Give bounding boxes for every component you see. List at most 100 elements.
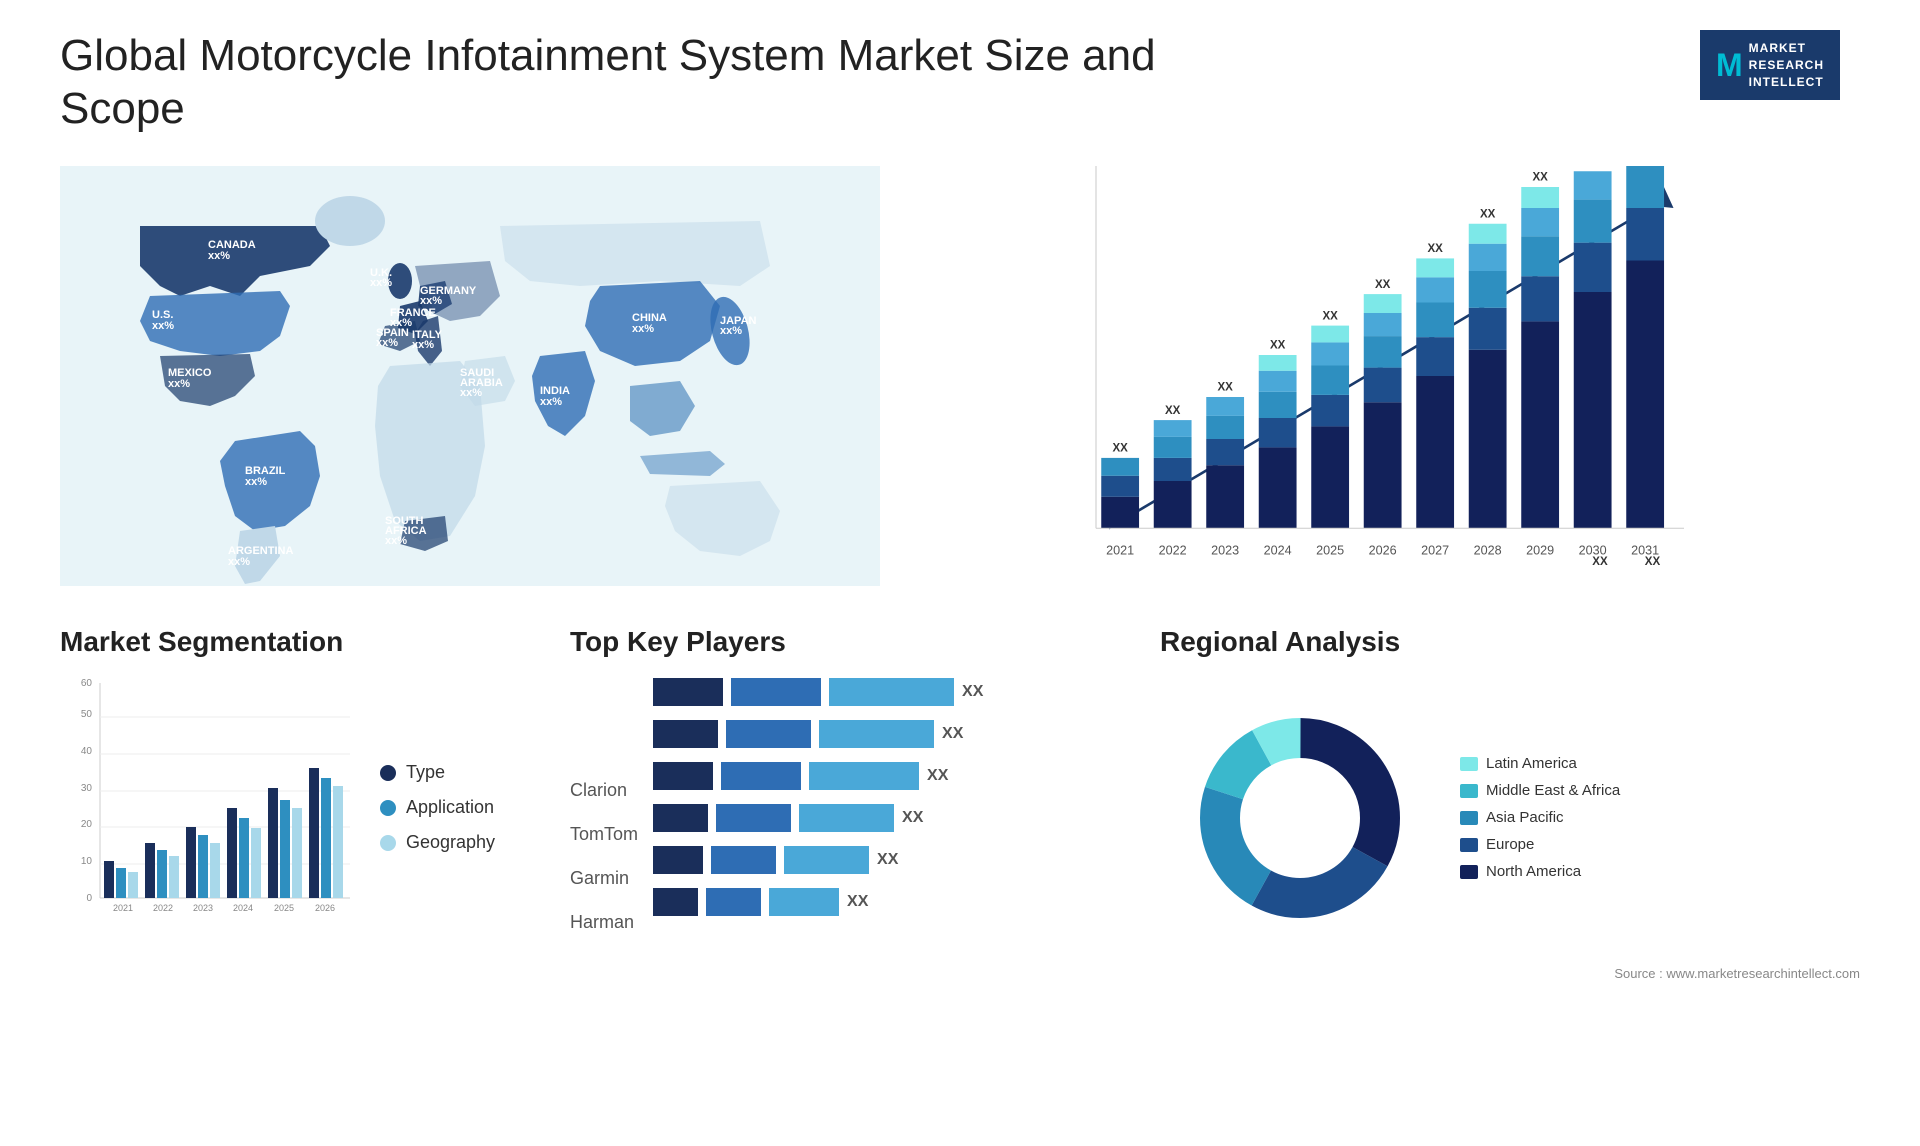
svg-text:0: 0 [86, 893, 92, 904]
svg-text:2026: 2026 [1369, 543, 1397, 557]
page-title: Global Motorcycle Infotainment System Ma… [60, 30, 1160, 136]
svg-text:xx%: xx% [720, 325, 742, 337]
legend-type: Type [380, 762, 495, 783]
players-title: Top Key Players [570, 626, 1130, 658]
svg-text:20: 20 [81, 819, 93, 830]
svg-text:10: 10 [81, 856, 93, 867]
legend-geography: Geography [380, 832, 495, 853]
segmentation-legend: Type Application Geography [380, 762, 495, 853]
bar-chart-svg: XX 2021 XX 2022 XX 2023 [920, 166, 1860, 586]
application-dot [380, 800, 396, 816]
svg-text:2021: 2021 [113, 903, 133, 913]
svg-text:2022: 2022 [1159, 543, 1187, 557]
svg-text:XX: XX [1480, 208, 1496, 220]
svg-text:xx%: xx% [370, 277, 392, 289]
logo-box: M MARKET RESEARCH INTELLECT [1700, 30, 1840, 100]
player-bar-row-tomtom: XX [653, 804, 1130, 832]
page-container: Global Motorcycle Infotainment System Ma… [0, 0, 1920, 1146]
type-dot [380, 765, 396, 781]
player-bar-row-1: XX [653, 678, 1130, 706]
player-garmin: Garmin [570, 864, 638, 894]
svg-text:60: 60 [81, 678, 93, 689]
geography-label: Geography [406, 832, 495, 853]
application-label: Application [406, 797, 494, 818]
svg-text:xx%: xx% [245, 476, 267, 488]
svg-text:2027: 2027 [1421, 543, 1449, 557]
mea-label: Middle East & Africa [1486, 782, 1620, 799]
player-clarion: Clarion [570, 776, 638, 806]
segmentation-chart-svg: 0 10 20 30 40 50 60 [60, 678, 360, 938]
player-harman: Harman [570, 908, 638, 938]
svg-text:XX: XX [1375, 278, 1391, 290]
svg-text:xx%: xx% [420, 295, 442, 307]
bar-chart-area: XX 2021 XX 2022 XX 2023 [920, 166, 1860, 586]
svg-text:xx%: xx% [376, 337, 398, 349]
svg-text:XX: XX [1645, 556, 1661, 568]
svg-text:2023: 2023 [1211, 543, 1239, 557]
donut-container: Latin America Middle East & Africa Asia … [1160, 678, 1860, 958]
bar-xx-1: XX [962, 683, 983, 701]
world-map: CANADA xx% U.S. xx% MEXICO xx% BRAZIL xx… [60, 166, 880, 586]
legend-europe: Europe [1460, 836, 1620, 853]
svg-text:xx%: xx% [152, 320, 174, 332]
logo-area: M MARKET RESEARCH INTELLECT [1680, 30, 1860, 100]
asia-pacific-label: Asia Pacific [1486, 809, 1564, 826]
svg-text:xx%: xx% [540, 396, 562, 408]
top-section: CANADA xx% U.S. xx% MEXICO xx% BRAZIL xx… [60, 166, 1860, 586]
player-names-list: Clarion TomTom Garmin Harman [570, 678, 638, 938]
type-label: Type [406, 762, 445, 783]
svg-text:xx%: xx% [208, 250, 230, 262]
svg-text:xx%: xx% [168, 378, 190, 390]
svg-text:XX: XX [1112, 442, 1128, 454]
segmentation-chart-container: 0 10 20 30 40 50 60 [60, 678, 540, 938]
bottom-section: Market Segmentation 0 10 20 30 40 50 60 [60, 626, 1860, 981]
player-bar-row-harman: XX [653, 888, 1130, 916]
svg-text:2026: 2026 [315, 903, 335, 913]
north-america-color [1460, 865, 1478, 879]
segmentation-section: Market Segmentation 0 10 20 30 40 50 60 [60, 626, 540, 938]
key-players-section: Top Key Players Clarion TomTom Garmin Ha… [570, 626, 1130, 938]
player-bar-row-clarion: XX [653, 762, 1130, 790]
regional-section: Regional Analysis [1160, 626, 1860, 981]
asia-pacific-color [1460, 811, 1478, 825]
svg-text:xx%: xx% [412, 339, 434, 351]
bar-xx-harman: XX [847, 893, 868, 911]
legend-north-america: North America [1460, 863, 1620, 880]
bar-xx-tomtom: XX [902, 809, 923, 827]
players-content: Clarion TomTom Garmin Harman XX [570, 678, 1130, 938]
svg-text:xx%: xx% [228, 556, 250, 568]
svg-text:xx%: xx% [385, 535, 407, 547]
svg-text:2022: 2022 [153, 903, 173, 913]
svg-text:XX: XX [1270, 339, 1286, 351]
player-bars-list: XX XX XX [653, 678, 1130, 930]
player-bar-row-2: XX [653, 720, 1130, 748]
svg-text:2025: 2025 [274, 903, 294, 913]
svg-text:XX: XX [1217, 381, 1233, 393]
north-america-label: North America [1486, 863, 1581, 880]
legend-mea: Middle East & Africa [1460, 782, 1620, 799]
svg-text:2021: 2021 [1106, 543, 1134, 557]
logo-letter: M [1716, 43, 1743, 88]
logo-text: MARKET RESEARCH INTELLECT [1749, 40, 1824, 90]
legend-application: Application [380, 797, 495, 818]
europe-label: Europe [1486, 836, 1534, 853]
svg-text:XX: XX [1165, 404, 1181, 416]
player-bar-row-garmin: XX [653, 846, 1130, 874]
bar-xx-2: XX [942, 725, 963, 743]
map-svg: CANADA xx% U.S. xx% MEXICO xx% BRAZIL xx… [60, 166, 880, 586]
svg-text:XX: XX [1427, 243, 1443, 255]
legend-asia-pacific: Asia Pacific [1460, 809, 1620, 826]
svg-text:2028: 2028 [1474, 543, 1502, 557]
donut-legend: Latin America Middle East & Africa Asia … [1460, 755, 1620, 880]
europe-color [1460, 838, 1478, 852]
svg-text:xx%: xx% [460, 387, 482, 399]
regional-title: Regional Analysis [1160, 626, 1860, 658]
latin-america-color [1460, 757, 1478, 771]
svg-text:2024: 2024 [233, 903, 253, 913]
geography-dot [380, 835, 396, 851]
svg-text:2024: 2024 [1264, 543, 1292, 557]
svg-text:XX: XX [1322, 310, 1338, 322]
segmentation-title: Market Segmentation [60, 626, 540, 658]
header: Global Motorcycle Infotainment System Ma… [60, 30, 1860, 136]
svg-text:XX: XX [1592, 556, 1608, 568]
